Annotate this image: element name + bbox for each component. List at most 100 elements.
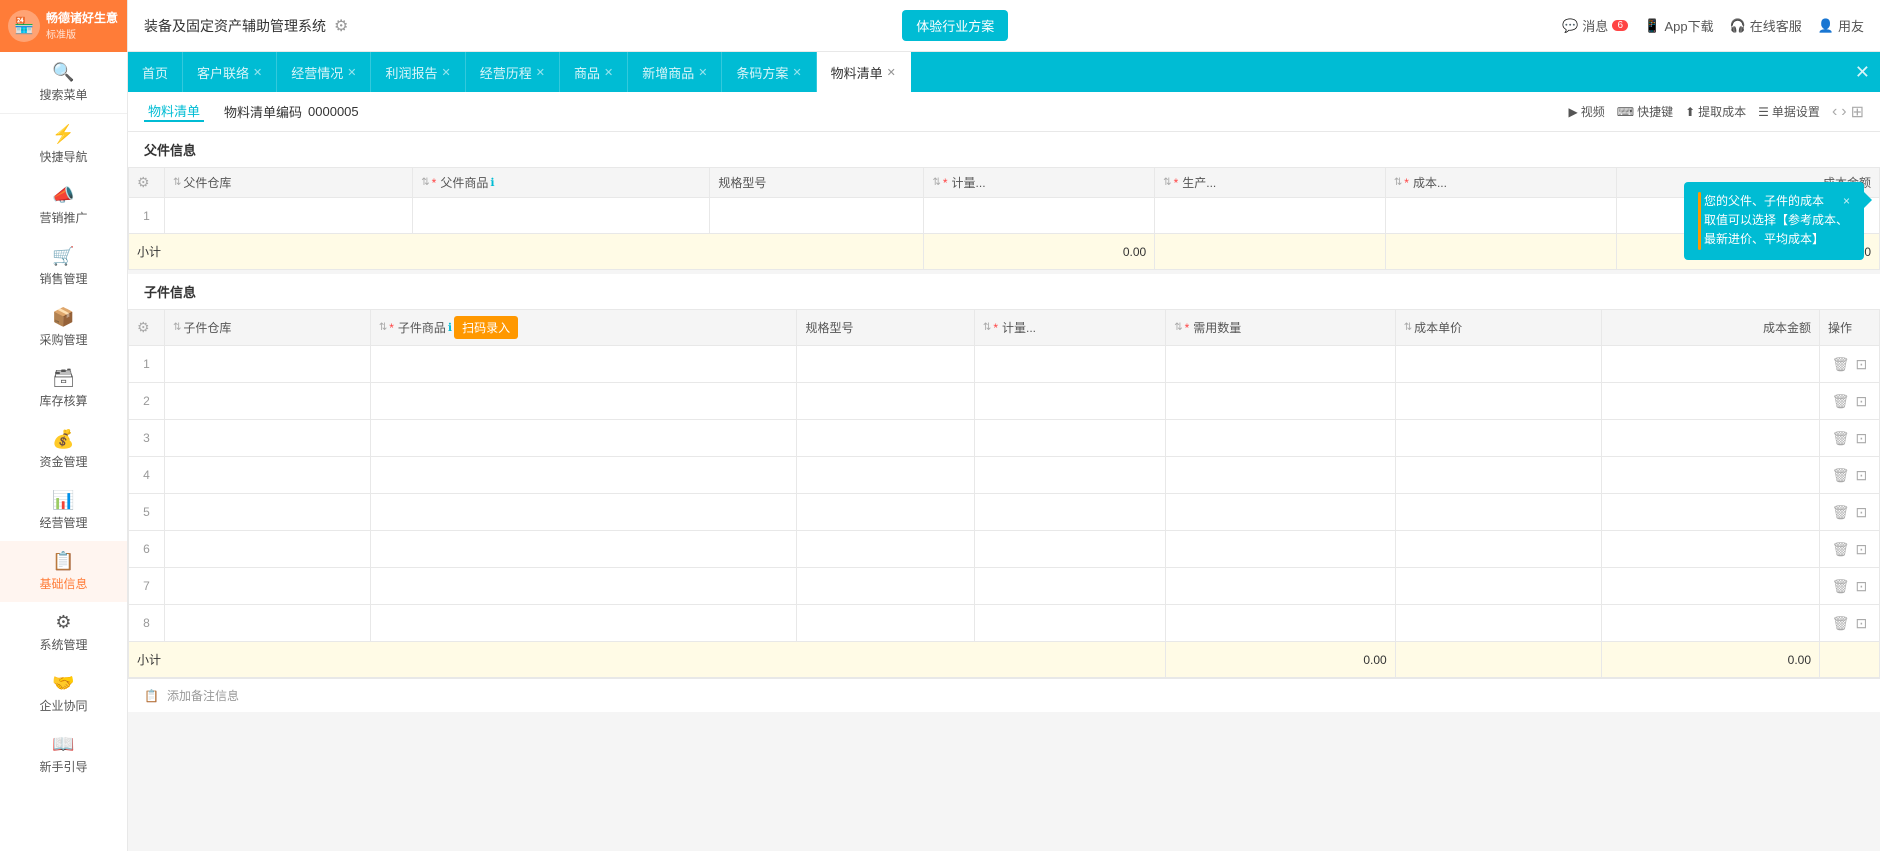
table-row: 1 🗑 ⊡ (129, 346, 1880, 383)
info-icon: ℹ (490, 176, 494, 189)
tab-profit[interactable]: 利润报告 ✕ (371, 52, 465, 92)
tab-home[interactable]: 首页 (128, 52, 183, 92)
sidebar-item-inventory[interactable]: 🗃 库存核算 (0, 358, 127, 419)
sidebar-item-purchase[interactable]: 📦 采购管理 (0, 297, 127, 358)
close-icon[interactable]: ✕ (887, 66, 896, 79)
close-icon[interactable]: ✕ (604, 66, 613, 79)
child-spec-cell[interactable] (797, 346, 974, 383)
close-icon[interactable]: ✕ (698, 66, 707, 79)
sidebar-item-sales[interactable]: 🛒 销售管理 (0, 236, 127, 297)
copy-icon[interactable]: ⊡ (1856, 541, 1868, 558)
copy-icon[interactable]: ⊡ (1856, 578, 1868, 595)
tab-operation[interactable]: 经营情况 ✕ (277, 52, 371, 92)
bottom-hint-text[interactable]: 添加备注信息 (167, 687, 239, 704)
copy-icon[interactable]: ⊡ (1856, 615, 1868, 632)
sidebar-item-system[interactable]: ⚙ 系统管理 (0, 602, 127, 663)
close-all-tabs[interactable]: ✕ (1845, 62, 1880, 83)
sidebar-item-label: 企业协同 (39, 697, 87, 714)
close-icon[interactable]: ✕ (536, 66, 545, 79)
message-label: 消息 (1582, 16, 1608, 35)
single-settings-action[interactable]: ☰ 单据设置 (1758, 103, 1820, 120)
sidebar-item-guide[interactable]: 📖 新手引导 (0, 724, 127, 785)
extract-cost-action[interactable]: ⬆ 提取成本 (1685, 103, 1746, 120)
app-download-item[interactable]: 📱 App下载 (1644, 16, 1713, 35)
sidebar-item-finance[interactable]: 💰 资金管理 (0, 419, 127, 480)
delete-icon[interactable]: 🗑 (1832, 430, 1850, 447)
close-icon[interactable]: ✕ (253, 66, 262, 79)
sort-icon: ⇅ (1174, 322, 1182, 333)
parent-goods-cell[interactable] (413, 198, 710, 234)
sidebar-item-basic[interactable]: 📋 基础信息 (0, 541, 127, 602)
gear-icon[interactable]: ⚙ (137, 319, 150, 335)
child-unit-cell[interactable] (974, 346, 1165, 383)
parent-unit-cell[interactable] (924, 198, 1155, 234)
child-unit-cost-cell[interactable] (1395, 346, 1601, 383)
prev-page-icon[interactable]: ‹ (1832, 103, 1837, 121)
tab-bom[interactable]: 物料清单 ✕ (817, 52, 911, 92)
corp-icon: 🤝 (52, 673, 74, 694)
page-tab-bom-code: 物料清单编码 (224, 102, 302, 121)
message-icon: 💬 (1562, 18, 1578, 34)
sidebar-item-marketing[interactable]: 📣 营销推广 (0, 175, 127, 236)
scan-button[interactable]: 扫码录入 (454, 316, 518, 339)
sidebar-item-search[interactable]: 🔍 搜索菜单 (0, 52, 127, 114)
row-num: 5 (129, 494, 165, 531)
sidebar-item-quicknav[interactable]: ⚡ 快捷导航 (0, 114, 127, 175)
sidebar-item-label: 营销推广 (39, 209, 87, 226)
user-item[interactable]: 👤 用友 (1818, 16, 1864, 35)
delete-icon[interactable]: 🗑 (1832, 393, 1850, 410)
gear-icon[interactable]: ⚙ (137, 174, 150, 190)
delete-icon[interactable]: 🗑 (1832, 541, 1850, 558)
close-icon[interactable]: ✕ (347, 66, 356, 79)
shortcut-action[interactable]: ⌨ 快捷键 (1617, 103, 1673, 120)
sidebar: 🏪 畅德诸好生意 标准版 🔍 搜索菜单 ⚡ 快捷导航 📣 营销推广 🛒 销售管理… (0, 0, 128, 851)
sidebar-item-business[interactable]: 📊 经营管理 (0, 480, 127, 541)
delete-icon[interactable]: 🗑 (1832, 578, 1850, 595)
delete-icon[interactable]: 🗑 (1832, 356, 1850, 373)
parent-cost-cell[interactable] (1385, 198, 1616, 234)
delete-icon[interactable]: 🗑 (1832, 467, 1850, 484)
child-subtotal-row: 小计 0.00 0.00 (129, 642, 1880, 678)
action-cell: 🗑 ⊡ (1820, 346, 1879, 382)
delete-icon[interactable]: 🗑 (1832, 504, 1850, 521)
copy-icon[interactable]: ⊡ (1856, 430, 1868, 447)
child-th-spec: 规格型号 (797, 310, 974, 346)
sidebar-item-corp[interactable]: 🤝 企业协同 (0, 663, 127, 724)
copy-icon[interactable]: ⊡ (1856, 356, 1868, 373)
tab-customer[interactable]: 客户联络 ✕ (183, 52, 277, 92)
settings-icon[interactable]: ⚙ (334, 16, 348, 36)
tab-barcode[interactable]: 条码方案 ✕ (722, 52, 816, 92)
tab-label: 利润报告 (385, 63, 437, 82)
child-warehouse-cell[interactable] (165, 346, 371, 383)
tab-label: 经营情况 (291, 63, 343, 82)
next-page-icon[interactable]: › (1841, 103, 1846, 121)
child-goods-cell[interactable] (370, 346, 797, 383)
tooltip-close-button[interactable]: × (1843, 192, 1850, 211)
page-tab-bom[interactable]: 物料清单 (144, 101, 204, 122)
parent-spec-cell[interactable] (710, 198, 924, 234)
play-icon: ▶ (1568, 105, 1577, 119)
expand-icon[interactable]: ⊞ (1851, 102, 1864, 122)
row-num: 7 (129, 568, 165, 605)
trial-button[interactable]: 体验行业方案 (902, 10, 1008, 41)
copy-icon[interactable]: ⊡ (1856, 504, 1868, 521)
child-qty-cell[interactable] (1166, 346, 1396, 383)
delete-icon[interactable]: 🗑 (1832, 615, 1850, 632)
sidebar-item-label: 销售管理 (39, 270, 87, 287)
online-service-item[interactable]: 🎧 在线客服 (1730, 16, 1802, 35)
tab-goods[interactable]: 商品 ✕ (560, 52, 628, 92)
tab-history[interactable]: 经营历程 ✕ (466, 52, 560, 92)
parent-warehouse-cell[interactable] (165, 198, 413, 234)
close-icon[interactable]: ✕ (792, 66, 801, 79)
video-action[interactable]: ▶ 视频 (1568, 103, 1604, 120)
sort-icon: ⇅ (173, 177, 181, 188)
message-item[interactable]: 💬 消息 6 (1562, 16, 1628, 35)
copy-icon[interactable]: ⊡ (1856, 467, 1868, 484)
parent-subtotal-label: 小计 (129, 234, 924, 270)
user-label: 用友 (1838, 16, 1864, 35)
copy-icon[interactable]: ⊡ (1856, 393, 1868, 410)
close-icon[interactable]: ✕ (442, 66, 451, 79)
parent-production-cell[interactable] (1155, 198, 1386, 234)
tab-add-goods[interactable]: 新增商品 ✕ (628, 52, 722, 92)
guide-icon: 📖 (52, 734, 74, 755)
